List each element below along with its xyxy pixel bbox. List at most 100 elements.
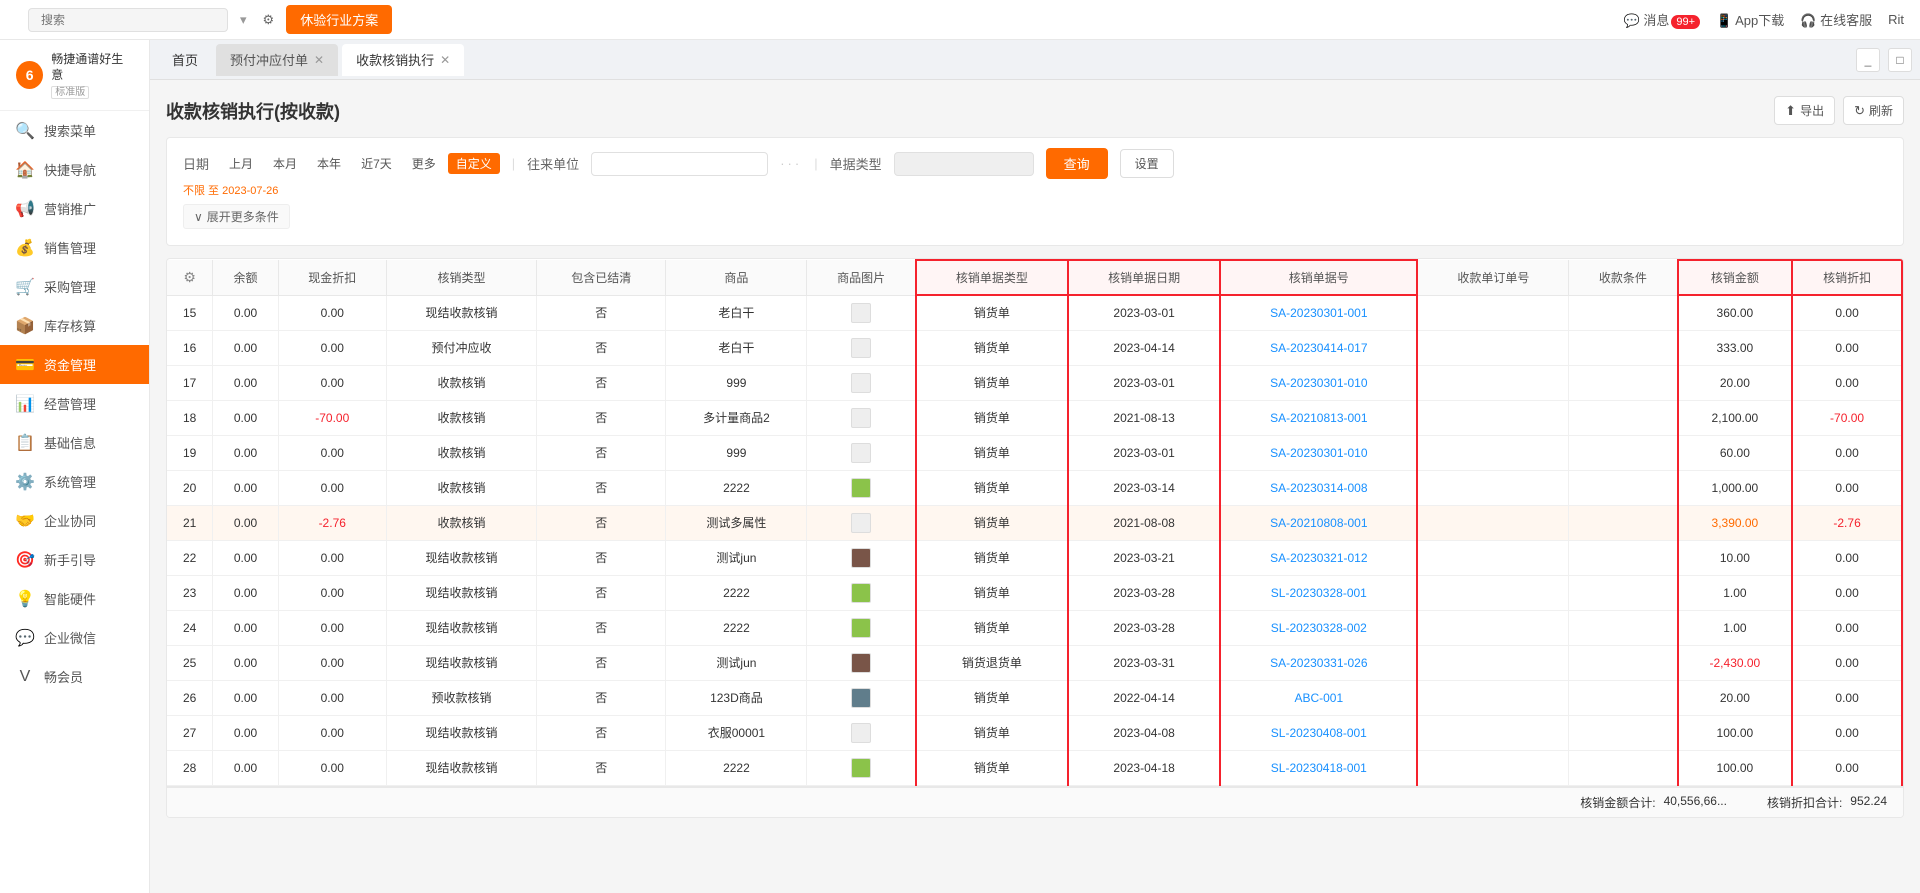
td-verify-bill-type: 销货退货单 bbox=[916, 645, 1068, 680]
td-include-settled: 否 bbox=[537, 540, 666, 575]
footer-verify-amount-value: 40,556,66... bbox=[1664, 794, 1727, 811]
td-receipt-order-no bbox=[1417, 715, 1568, 750]
date-custom-button[interactable]: 自定义 bbox=[448, 153, 500, 174]
tab-minimize-button[interactable]: _ bbox=[1856, 48, 1880, 72]
tab-prepay-close[interactable]: ✕ bbox=[314, 53, 324, 67]
user-label[interactable]: Rit bbox=[1888, 12, 1904, 27]
sidebar-item-finance[interactable]: 💳资金管理 bbox=[0, 345, 149, 384]
date-this-month-button[interactable]: 本月 bbox=[265, 153, 305, 174]
table-body: 15 0.00 0.00 现结收款核销 否 老白干 销货单 2023-03-01… bbox=[167, 295, 1902, 785]
td-product: 2222 bbox=[666, 575, 807, 610]
td-receipt-condition bbox=[1569, 400, 1678, 435]
td-balance: 0.00 bbox=[213, 540, 279, 575]
tab-maximize-button[interactable]: □ bbox=[1888, 48, 1912, 72]
message-icon[interactable]: 💬 消息99+ bbox=[1624, 10, 1701, 29]
th-gear[interactable]: ⚙ bbox=[167, 260, 213, 295]
td-verify-no[interactable]: SA-20230301-010 bbox=[1220, 435, 1417, 470]
export-button[interactable]: ⬆ 导出 bbox=[1774, 96, 1835, 125]
sidebar-item-hardware[interactable]: 💡智能硬件 bbox=[0, 579, 149, 618]
td-include-settled: 否 bbox=[537, 715, 666, 750]
td-verify-bill-type: 销货单 bbox=[916, 680, 1068, 715]
td-verify-no[interactable]: ABC-001 bbox=[1220, 680, 1417, 715]
td-verify-no[interactable]: SA-20230414-017 bbox=[1220, 330, 1417, 365]
tab-home[interactable]: 首页 bbox=[158, 44, 212, 76]
sidebar-item-purchase[interactable]: 🛒采购管理 bbox=[0, 267, 149, 306]
td-verify-bill-type: 销货单 bbox=[916, 750, 1068, 785]
td-verify-amount: 360.00 bbox=[1678, 295, 1793, 330]
gear-icon[interactable]: ⚙ bbox=[263, 12, 275, 28]
online-service-link[interactable]: 🎧 在线客服 bbox=[1800, 10, 1872, 29]
td-receipt-condition bbox=[1569, 365, 1678, 400]
search-input[interactable] bbox=[28, 8, 228, 32]
sidebar-item-marketing[interactable]: 📢营销推广 bbox=[0, 189, 149, 228]
sidebar-item-quick[interactable]: 🏠快捷导航 bbox=[0, 150, 149, 189]
date-last-month-button[interactable]: 上月 bbox=[221, 153, 261, 174]
purchase-icon: 🛒 bbox=[16, 278, 34, 296]
date-this-year-button[interactable]: 本年 bbox=[309, 153, 349, 174]
td-verify-no[interactable]: SA-20230301-001 bbox=[1220, 295, 1417, 330]
data-table: ⚙ 余额 现金折扣 核销类型 包含已结清 商品 商品图片 核销单据类型 核销单据… bbox=[167, 259, 1903, 786]
th-receipt-condition: 收款条件 bbox=[1569, 260, 1678, 295]
sidebar-item-weixin[interactable]: 💬企业微信 bbox=[0, 618, 149, 657]
td-receipt-order-no bbox=[1417, 365, 1568, 400]
page-actions: ⬆ 导出 ↻ 刷新 bbox=[1774, 96, 1904, 125]
td-verify-no[interactable]: SA-20230314-008 bbox=[1220, 470, 1417, 505]
top-bar: ▾ ⚙ 休验行业方案 💬 消息99+ 📱 App下载 🎧 在线客服 Rit bbox=[0, 0, 1920, 40]
tab-prepay[interactable]: 预付冲应付单✕ bbox=[216, 44, 338, 76]
tab-receipt-close[interactable]: ✕ bbox=[440, 53, 450, 67]
td-verify-amount: 10.00 bbox=[1678, 540, 1793, 575]
sidebar-item-basic[interactable]: 📋基础信息 bbox=[0, 423, 149, 462]
date-more-button[interactable]: 更多 bbox=[404, 153, 444, 174]
td-receipt-order-no bbox=[1417, 400, 1568, 435]
bill-type-select[interactable] bbox=[894, 152, 1034, 176]
td-verify-no[interactable]: SA-20230301-010 bbox=[1220, 365, 1417, 400]
th-product: 商品 bbox=[666, 260, 807, 295]
operation-icon: 📊 bbox=[16, 395, 34, 413]
td-verify-no[interactable]: SA-20210808-001 bbox=[1220, 505, 1417, 540]
refresh-button[interactable]: ↻ 刷新 bbox=[1843, 96, 1904, 125]
date-7days-button[interactable]: 近7天 bbox=[353, 153, 400, 174]
td-include-settled: 否 bbox=[537, 365, 666, 400]
table-row: 16 0.00 0.00 预付冲应收 否 老白干 销货单 2023-04-14 … bbox=[167, 330, 1902, 365]
table-row: 22 0.00 0.00 现结收款核销 否 测试jun 销货单 2023-03-… bbox=[167, 540, 1902, 575]
td-verify-date: 2023-03-14 bbox=[1068, 470, 1220, 505]
td-verify-bill-type: 销货单 bbox=[916, 505, 1068, 540]
td-balance: 0.00 bbox=[213, 505, 279, 540]
td-verify-type: 现结收款核销 bbox=[386, 715, 536, 750]
sidebar-item-system[interactable]: ⚙️系统管理 bbox=[0, 462, 149, 501]
sidebar-item-collab[interactable]: 🤝企业协同 bbox=[0, 501, 149, 540]
td-verify-no[interactable]: SA-20230331-026 bbox=[1220, 645, 1417, 680]
td-cash-discount: 0.00 bbox=[278, 540, 386, 575]
td-verify-no[interactable]: SL-20230418-001 bbox=[1220, 750, 1417, 785]
td-verify-no[interactable]: SA-20210813-001 bbox=[1220, 400, 1417, 435]
td-verify-discount: 0.00 bbox=[1792, 540, 1902, 575]
expand-conditions-button[interactable]: ∨ 展开更多条件 bbox=[183, 204, 290, 229]
sidebar-item-guide[interactable]: 🎯新手引导 bbox=[0, 540, 149, 579]
sidebar-item-member[interactable]: V畅会员 bbox=[0, 657, 149, 696]
filter-separator-2: | bbox=[814, 156, 817, 171]
sidebar-item-search[interactable]: 🔍搜索菜单 bbox=[0, 111, 149, 150]
td-verify-no[interactable]: SL-20230328-001 bbox=[1220, 575, 1417, 610]
td-verify-bill-type: 销货单 bbox=[916, 610, 1068, 645]
td-product: 老白干 bbox=[666, 330, 807, 365]
td-verify-discount: 0.00 bbox=[1792, 680, 1902, 715]
td-verify-no[interactable]: SA-20230321-012 bbox=[1220, 540, 1417, 575]
sidebar-item-operation[interactable]: 📊经营管理 bbox=[0, 384, 149, 423]
td-verify-no[interactable]: SL-20230328-002 bbox=[1220, 610, 1417, 645]
partner-filter-input[interactable] bbox=[591, 152, 768, 176]
sidebar-item-sales[interactable]: 💰销售管理 bbox=[0, 228, 149, 267]
td-verify-no[interactable]: SL-20230408-001 bbox=[1220, 715, 1417, 750]
th-cash-discount: 现金折扣 bbox=[278, 260, 386, 295]
sidebar-item-inventory[interactable]: 📦库存核算 bbox=[0, 306, 149, 345]
td-include-settled: 否 bbox=[537, 575, 666, 610]
query-button[interactable]: 查询 bbox=[1046, 148, 1108, 179]
member-icon: V bbox=[16, 668, 34, 686]
table-row: 27 0.00 0.00 现结收款核销 否 衣服00001 销货单 2023-0… bbox=[167, 715, 1902, 750]
setting-button[interactable]: 设置 bbox=[1120, 149, 1174, 178]
table-row: 28 0.00 0.00 现结收款核销 否 2222 销货单 2023-04-1… bbox=[167, 750, 1902, 785]
td-product-image bbox=[807, 540, 916, 575]
industry-solution-button[interactable]: 休验行业方案 bbox=[286, 5, 392, 34]
tab-receipt[interactable]: 收款核销执行✕ bbox=[342, 44, 464, 76]
td-product: 测试jun bbox=[666, 645, 807, 680]
app-download-link[interactable]: 📱 App下载 bbox=[1716, 10, 1784, 29]
